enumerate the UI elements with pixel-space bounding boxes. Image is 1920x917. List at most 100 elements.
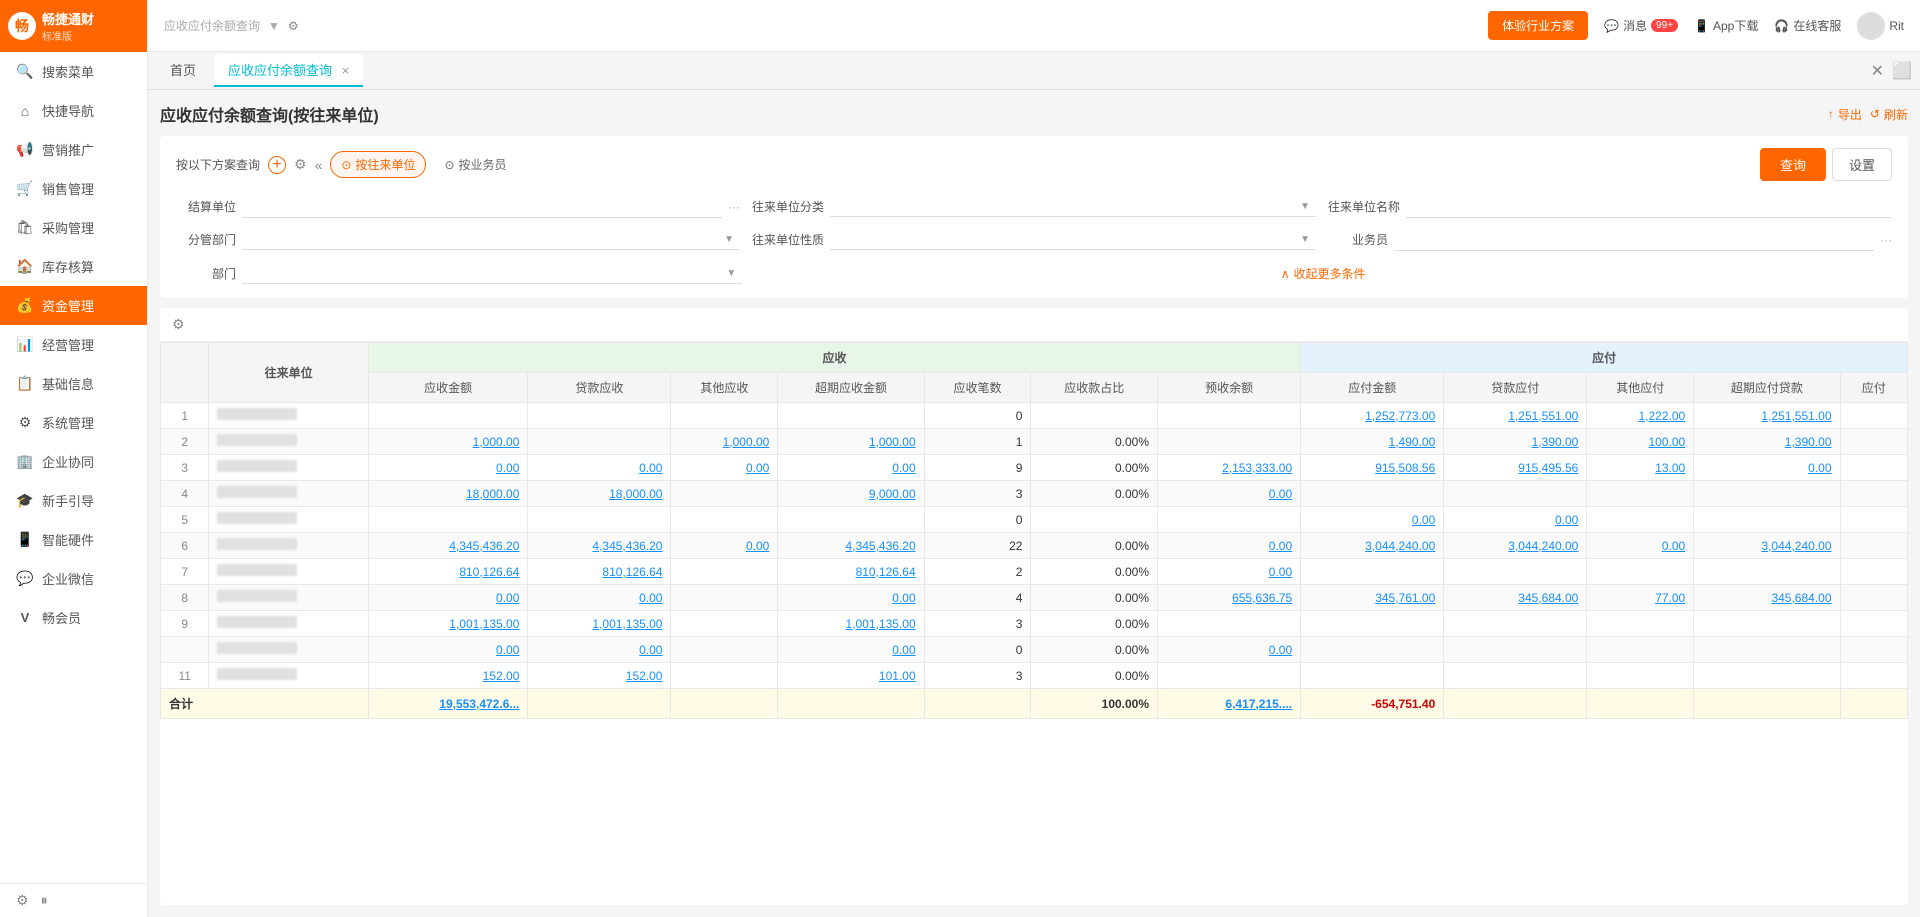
input-ywy[interactable]: [1394, 228, 1874, 251]
cell-ar_amount[interactable]: 152.00: [368, 663, 528, 689]
sidebar-item-marketing[interactable]: 📢 营销推广: [0, 130, 147, 169]
cell-ar_overdue[interactable]: 9,000.00: [778, 481, 924, 507]
cell-ar_overdue[interactable]: 1,001,135.00: [778, 611, 924, 637]
dropdown-icon[interactable]: ▼: [268, 19, 280, 33]
tab-home[interactable]: 首页: [156, 54, 210, 87]
cell-ar_advance[interactable]: 0.00: [1158, 637, 1301, 663]
sidebar-collapse-btn[interactable]: ⏸: [41, 892, 48, 909]
settings-icon[interactable]: ⚙: [288, 19, 299, 33]
cell-ar_amount[interactable]: 1,000.00: [368, 429, 528, 455]
user-info[interactable]: Rit: [1857, 12, 1904, 40]
cell-ar_amount[interactable]: 4,345,436.20: [368, 533, 528, 559]
cell-ap_overdue[interactable]: 345,684.00: [1694, 585, 1840, 611]
cell-ar_loan[interactable]: 0.00: [528, 637, 671, 663]
cell-ar_loan[interactable]: 18,000.00: [528, 481, 671, 507]
sidebar-item-search[interactable]: 🔍 搜索菜单: [0, 52, 147, 91]
cell-ar_amount[interactable]: 18,000.00: [368, 481, 528, 507]
messages-btn[interactable]: 💬 消息 99+: [1604, 17, 1678, 34]
cell-ar_loan[interactable]: 4,345,436.20: [528, 533, 671, 559]
cell-ar_loan[interactable]: 0.00: [528, 455, 671, 481]
sidebar-item-system[interactable]: ⚙ 系统管理: [0, 403, 147, 442]
cell-ar_loan[interactable]: 810,126.64: [528, 559, 671, 585]
cell-ap_amount[interactable]: 345,761.00: [1301, 585, 1444, 611]
select-lwdwfl[interactable]: ▼: [830, 197, 1316, 217]
collapse-btn[interactable]: ∧ 收起更多条件: [1277, 261, 1370, 286]
select-bm[interactable]: ▼: [242, 264, 742, 284]
cell-ar_overdue[interactable]: 1,000.00: [778, 429, 924, 455]
setting-btn[interactable]: 设置: [1832, 148, 1892, 181]
sidebar-item-hardware[interactable]: 📱 智能硬件: [0, 520, 147, 559]
dots-jsdw[interactable]: ···: [728, 200, 740, 214]
cell-ar_advance[interactable]: 655,636.75: [1158, 585, 1301, 611]
cell-ap_amount[interactable]: 1,490.00: [1301, 429, 1444, 455]
cell-ar_overdue[interactable]: 810,126.64: [778, 559, 924, 585]
cell-ap_overdue[interactable]: 1,390.00: [1694, 429, 1840, 455]
cell-ap_other[interactable]: 77.00: [1587, 585, 1694, 611]
cell-ar_other[interactable]: 1,000.00: [671, 429, 778, 455]
window-close-icon[interactable]: ✕: [1871, 61, 1884, 81]
cell-ap_loan[interactable]: 3,044,240.00: [1444, 533, 1587, 559]
cell-ap_overdue[interactable]: 0.00: [1694, 455, 1840, 481]
cell-ap_loan[interactable]: 0.00: [1444, 507, 1587, 533]
cell-ap_loan[interactable]: 915,495.56: [1444, 455, 1587, 481]
tab-balance[interactable]: 应收应付余额查询 ×: [214, 54, 363, 87]
input-jsdw[interactable]: [242, 195, 722, 218]
table-container[interactable]: 往来单位 应收 应付 应收金额 贷款应收 其他应收 超期应收金额 应收笔数 应收…: [160, 342, 1908, 905]
select-fgbm[interactable]: ▼: [242, 230, 740, 250]
sidebar-item-guide[interactable]: 🎓 新手引导: [0, 481, 147, 520]
trial-btn[interactable]: 体验行业方案: [1488, 11, 1588, 40]
cell-ar_amount[interactable]: 1,001,135.00: [368, 611, 528, 637]
cell-ar_loan[interactable]: 1,001,135.00: [528, 611, 671, 637]
cell-ar_overdue[interactable]: 0.00: [778, 455, 924, 481]
cell-ap_other[interactable]: 13.00: [1587, 455, 1694, 481]
footer-ar-amount[interactable]: 19,553,472.6...: [368, 689, 528, 719]
cell-ar_other[interactable]: 0.00: [671, 455, 778, 481]
sidebar-item-sales[interactable]: 🛒 销售管理: [0, 169, 147, 208]
tab-close-icon[interactable]: ×: [342, 63, 350, 78]
sidebar-item-operation[interactable]: 📊 经营管理: [0, 325, 147, 364]
sidebar-item-corp[interactable]: 🏢 企业协同: [0, 442, 147, 481]
cell-ar_overdue[interactable]: 0.00: [778, 585, 924, 611]
sidebar-item-basic[interactable]: 📋 基础信息: [0, 364, 147, 403]
cell-ar_advance[interactable]: 0.00: [1158, 533, 1301, 559]
dots-ywy[interactable]: ···: [1880, 233, 1892, 247]
cell-ar_loan[interactable]: 0.00: [528, 585, 671, 611]
sidebar-item-inventory[interactable]: 🏠 库存核算: [0, 247, 147, 286]
sidebar-item-wechat[interactable]: 💬 企业微信: [0, 559, 147, 598]
cell-ar_overdue[interactable]: 101.00: [778, 663, 924, 689]
scheme-customer[interactable]: ⊙ 按往来单位: [330, 151, 426, 178]
sidebar-settings-btn[interactable]: ⚙: [16, 892, 29, 909]
filter-add-btn[interactable]: +: [268, 156, 286, 174]
cell-ap_amount[interactable]: 0.00: [1301, 507, 1444, 533]
cell-ar_amount[interactable]: 0.00: [368, 637, 528, 663]
sidebar-item-quick[interactable]: ⌂ 快捷导航: [0, 91, 147, 130]
export-btn[interactable]: ↑ 导出: [1828, 106, 1862, 123]
table-settings-icon[interactable]: ⚙: [172, 316, 185, 333]
cell-ap_other[interactable]: 100.00: [1587, 429, 1694, 455]
cell-ar_amount[interactable]: 0.00: [368, 585, 528, 611]
cell-ap_loan[interactable]: 1,251,551.00: [1444, 403, 1587, 429]
cell-ar_advance[interactable]: 2,153,333.00: [1158, 455, 1301, 481]
cell-ap_loan[interactable]: 1,390.00: [1444, 429, 1587, 455]
cell-ar_amount[interactable]: 810,126.64: [368, 559, 528, 585]
cell-ar_advance[interactable]: 0.00: [1158, 559, 1301, 585]
refresh-btn[interactable]: ↺ 刷新: [1870, 106, 1908, 123]
query-btn[interactable]: 查询: [1760, 148, 1826, 181]
cell-ar_other[interactable]: 0.00: [671, 533, 778, 559]
cell-ar_loan[interactable]: 152.00: [528, 663, 671, 689]
cell-ap_amount[interactable]: 1,252,773.00: [1301, 403, 1444, 429]
app-download-btn[interactable]: 📱 App下载: [1694, 17, 1758, 34]
sidebar-item-purchase[interactable]: 🛍 采购管理: [0, 208, 147, 247]
cell-ap_amount[interactable]: 915,508.56: [1301, 455, 1444, 481]
cell-ar_amount[interactable]: 0.00: [368, 455, 528, 481]
cell-ar_overdue[interactable]: 0.00: [778, 637, 924, 663]
cell-ar_advance[interactable]: 0.00: [1158, 481, 1301, 507]
select-lwdwxz[interactable]: ▼: [830, 230, 1316, 250]
cell-ar_overdue[interactable]: 4,345,436.20: [778, 533, 924, 559]
cell-ap_other[interactable]: 0.00: [1587, 533, 1694, 559]
sidebar-item-vip[interactable]: V 畅会员: [0, 598, 147, 637]
filter-settings-icon[interactable]: ⚙: [294, 156, 307, 173]
cell-ap_other[interactable]: 1,222.00: [1587, 403, 1694, 429]
filter-collapse-icon[interactable]: «: [315, 157, 323, 173]
scheme-salesman[interactable]: ⊙ 按业务员: [434, 151, 516, 178]
